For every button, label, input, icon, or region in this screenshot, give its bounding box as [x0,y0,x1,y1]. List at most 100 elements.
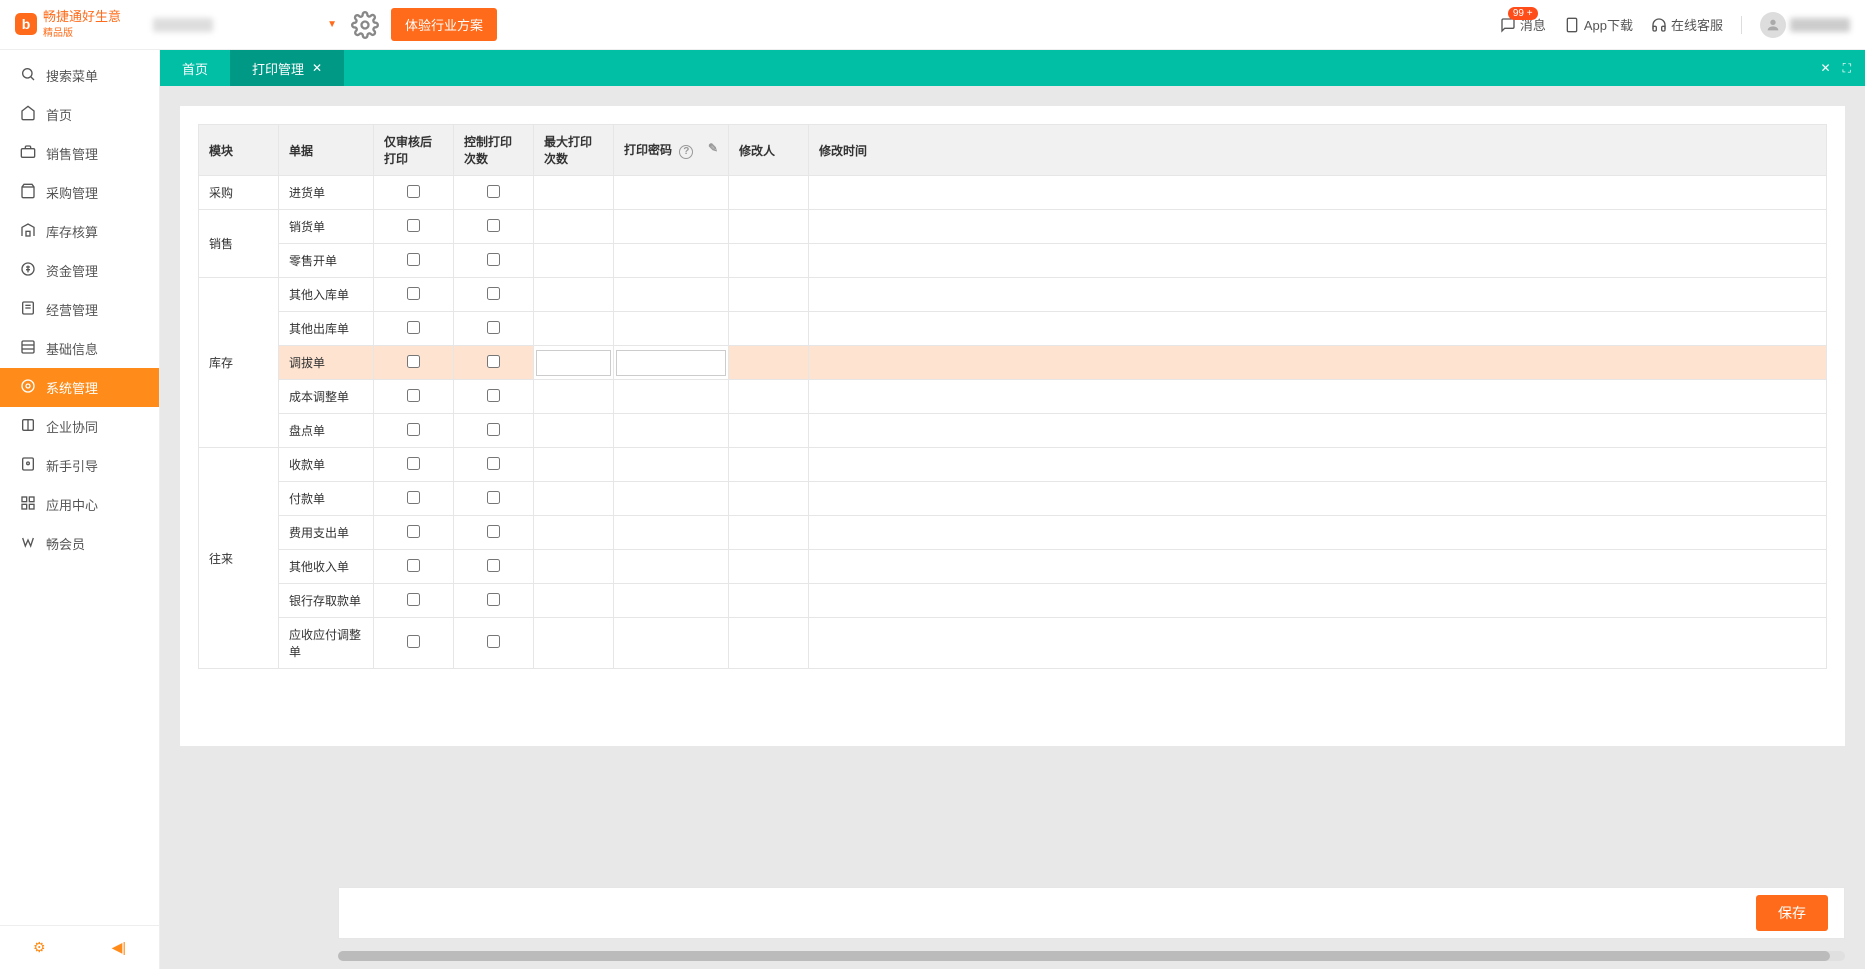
sidebar-item-fund[interactable]: 资金管理 [0,251,159,290]
max-print-cell [534,618,614,669]
sidebar-item-base[interactable]: 基础信息 [0,329,159,368]
doc-cell: 收款单 [279,448,374,482]
home-icon [20,105,36,124]
tab-close-icon[interactable]: ✕ [312,61,322,75]
doc-cell: 费用支出单 [279,516,374,550]
password-cell [614,516,729,550]
control-checkbox-cell [454,550,534,584]
audit-checkbox[interactable] [407,253,420,266]
main: 首页打印管理✕ ✕ ⛶ 模块 单据 仅审核后打印 控制打印次数 最大打印次数 打… [160,50,1865,969]
table-row: 销售销货单 [199,210,1827,244]
help-icon[interactable]: ? [679,145,693,159]
save-button[interactable]: 保存 [1756,895,1828,931]
password-cell [614,176,729,210]
sidebar-collapse-icon[interactable]: ◀| [112,939,126,956]
avatar-icon [1760,12,1786,38]
fullscreen-icon[interactable]: ⛶ [1843,61,1851,76]
horizontal-scrollbar[interactable] [338,951,1845,961]
sidebar-item-stock[interactable]: 库存核算 [0,212,159,251]
th-max-count: 最大打印次数 [534,125,614,176]
th-modifier: 修改人 [729,125,809,176]
password-cell[interactable] [614,346,729,380]
modifier-cell [729,584,809,618]
audit-checkbox[interactable] [407,559,420,572]
password-cell [614,210,729,244]
app-download-button[interactable]: App下载 [1564,15,1633,34]
control-checkbox-cell [454,584,534,618]
table-row: 费用支出单 [199,516,1827,550]
industry-plan-button[interactable]: 体验行业方案 [391,8,497,41]
audit-checkbox[interactable] [407,185,420,198]
control-checkbox[interactable] [487,559,500,572]
table-row: 采购进货单 [199,176,1827,210]
control-checkbox[interactable] [487,593,500,606]
audit-checkbox[interactable] [407,491,420,504]
close-all-tabs-icon[interactable]: ✕ [1821,61,1831,75]
control-checkbox[interactable] [487,525,500,538]
sidebar-settings-icon[interactable]: ⚙ [33,939,46,956]
sidebar-item-system[interactable]: 系统管理 [0,368,159,407]
search-icon [20,66,36,85]
audit-checkbox[interactable] [407,355,420,368]
control-checkbox[interactable] [487,457,500,470]
settings-button[interactable] [351,11,379,39]
max-print-cell[interactable] [534,346,614,380]
base-icon [20,339,36,358]
control-checkbox[interactable] [487,423,500,436]
control-checkbox[interactable] [487,635,500,648]
control-checkbox[interactable] [487,321,500,334]
audit-checkbox[interactable] [407,389,420,402]
modtime-cell [809,550,1827,584]
audit-checkbox[interactable] [407,525,420,538]
sidebar-item-appcenter[interactable]: 应用中心 [0,485,159,524]
control-checkbox[interactable] [487,491,500,504]
messages-button[interactable]: 99 + 消息 [1500,15,1546,34]
tab-首页[interactable]: 首页 [160,50,230,86]
sidebar-item-guide[interactable]: 新手引导 [0,446,159,485]
edit-column-icon[interactable]: ✎ [708,141,718,155]
sidebar-item-label: 库存核算 [46,222,98,241]
sidebar-item-label: 企业协同 [46,417,98,436]
sidebar-item-label: 系统管理 [46,378,98,397]
max-print-cell [534,550,614,584]
sidebar-item-biz[interactable]: 经营管理 [0,290,159,329]
tab-打印管理[interactable]: 打印管理✕ [230,50,344,86]
audit-checkbox[interactable] [407,635,420,648]
sidebar-footer: ⚙ ◀| [0,925,159,969]
audit-checkbox[interactable] [407,423,420,436]
user-menu[interactable] [1760,12,1850,38]
audit-checkbox[interactable] [407,287,420,300]
audit-checkbox[interactable] [407,457,420,470]
audit-checkbox[interactable] [407,219,420,232]
control-checkbox[interactable] [487,185,500,198]
sidebar-item-vip[interactable]: 畅会员 [0,524,159,563]
sidebar-item-coop[interactable]: 企业协同 [0,407,159,446]
sidebar-item-search[interactable]: 搜索菜单 [0,56,159,95]
sidebar-item-purchase[interactable]: 采购管理 [0,173,159,212]
logo-edition: 精品版 [43,24,121,39]
control-checkbox[interactable] [487,355,500,368]
messages-badge: 99 + [1508,7,1538,20]
tenant-select[interactable]: ▼ [145,11,345,39]
audit-checkbox[interactable] [407,321,420,334]
control-checkbox-cell [454,346,534,380]
doc-cell: 零售开单 [279,244,374,278]
audit-checkbox[interactable] [407,593,420,606]
sidebar-item-sales[interactable]: 销售管理 [0,134,159,173]
control-checkbox[interactable] [487,389,500,402]
module-cell: 采购 [199,176,279,210]
logo-text: 畅捷通好生意 [43,10,121,24]
control-checkbox[interactable] [487,253,500,266]
th-audit-print: 仅审核后打印 [374,125,454,176]
sidebar-item-home[interactable]: 首页 [0,95,159,134]
control-checkbox-cell [454,380,534,414]
sidebar: 搜索菜单首页销售管理采购管理库存核算资金管理经营管理基础信息系统管理企业协同新手… [0,50,160,969]
modtime-cell [809,244,1827,278]
online-service-button[interactable]: 在线客服 [1651,15,1723,34]
scrollbar-thumb[interactable] [338,951,1830,961]
control-checkbox[interactable] [487,287,500,300]
audit-checkbox-cell [374,584,454,618]
table-row: 其他收入单 [199,550,1827,584]
control-checkbox[interactable] [487,219,500,232]
table-row: 往来收款单 [199,448,1827,482]
